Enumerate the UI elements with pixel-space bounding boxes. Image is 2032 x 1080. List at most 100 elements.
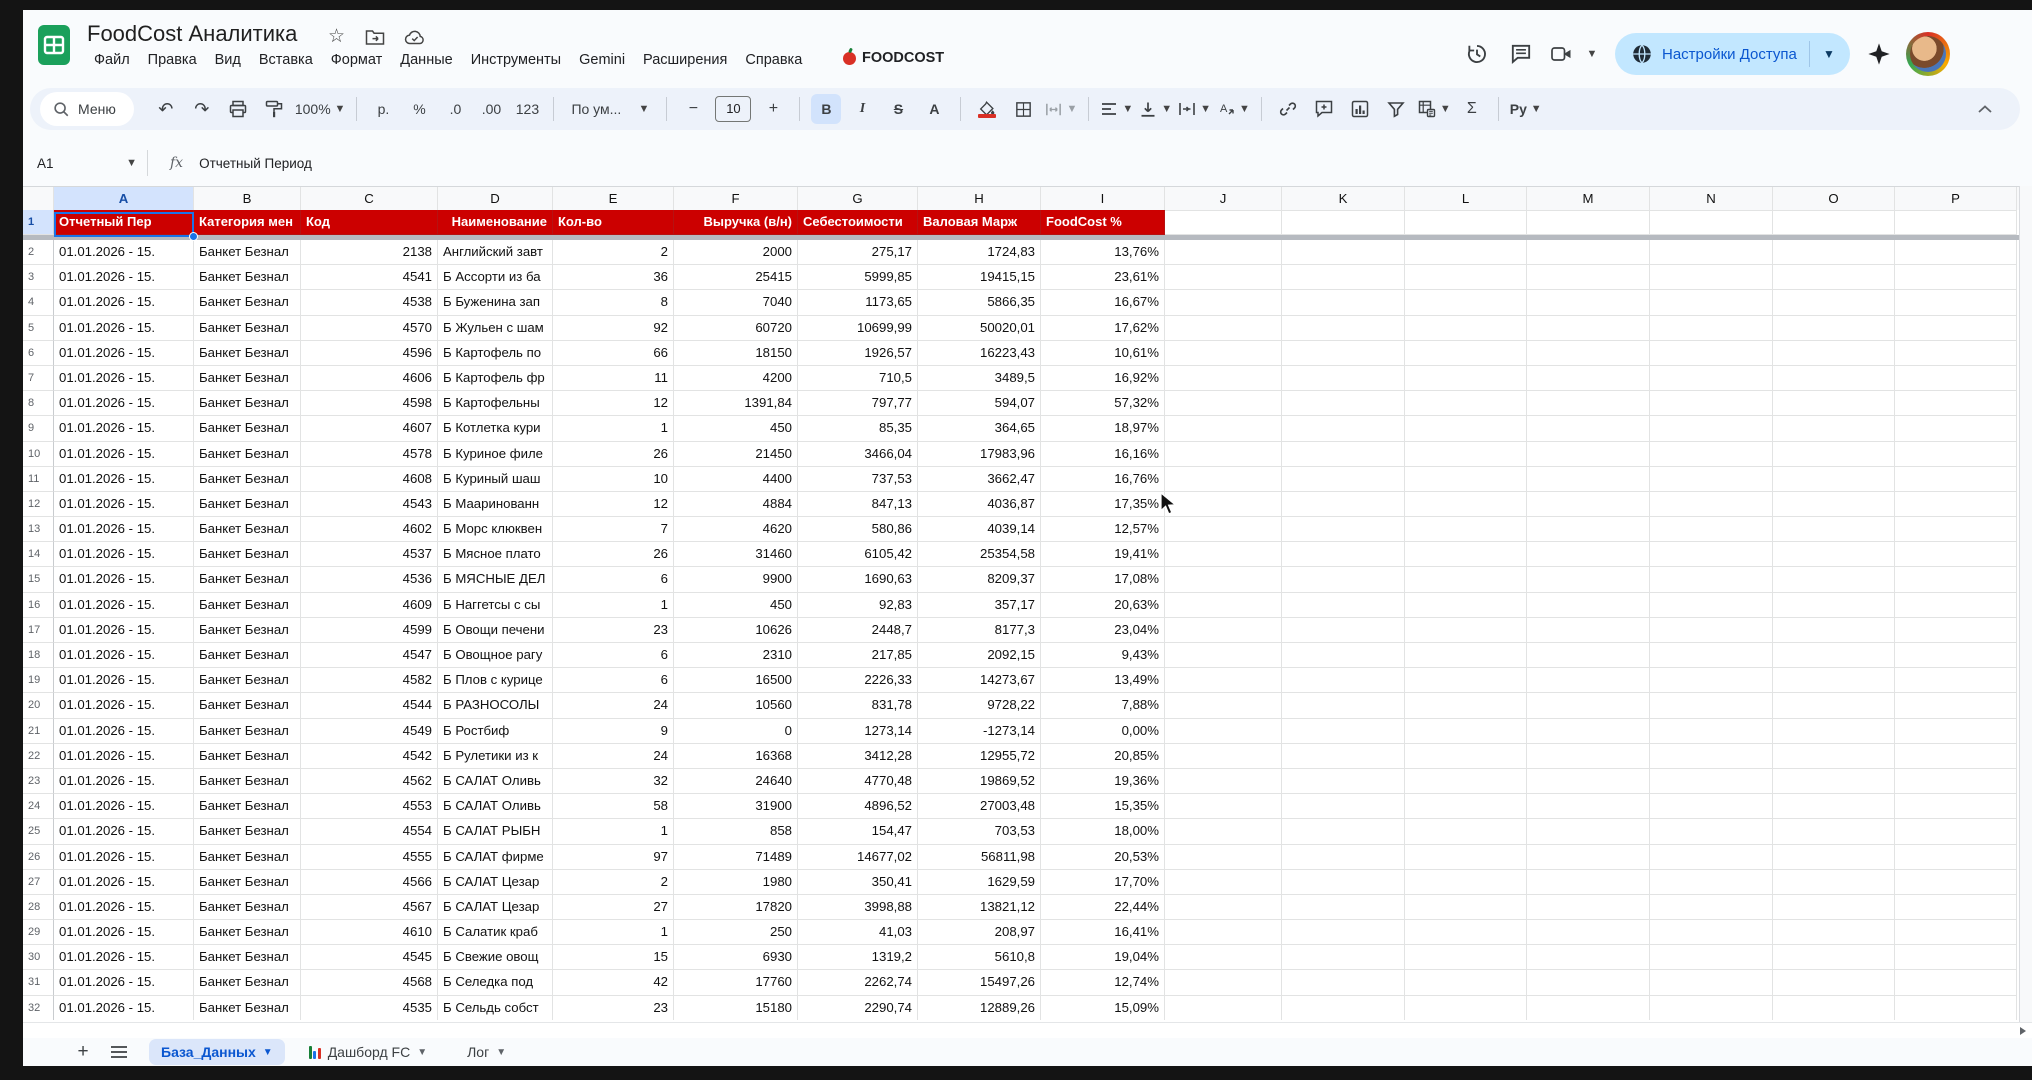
cell[interactable]: 17983,96 xyxy=(918,441,1041,467)
row-header-10[interactable]: 10 xyxy=(23,441,54,467)
cell[interactable]: 858 xyxy=(674,819,798,845)
cell[interactable]: 703,53 xyxy=(918,819,1041,845)
cell[interactable]: 19,04% xyxy=(1041,945,1165,971)
menu-item[interactable]: Инструменты xyxy=(462,50,570,70)
cell[interactable]: Б Овощное рагу xyxy=(438,643,553,669)
row-header-29[interactable]: 29 xyxy=(23,920,54,946)
cell[interactable]: 1926,57 xyxy=(798,340,918,366)
cell[interactable] xyxy=(1165,290,1282,316)
cell[interactable]: 1724,83 xyxy=(918,240,1041,266)
cell[interactable] xyxy=(1650,617,1773,643)
cell[interactable]: Банкет Безнал xyxy=(194,391,301,417)
cell[interactable]: 710,5 xyxy=(798,365,918,392)
cell[interactable] xyxy=(1527,265,1650,291)
cell[interactable]: 23,61% xyxy=(1041,265,1165,291)
cell[interactable] xyxy=(1650,340,1773,366)
cell[interactable]: 01.01.2026 - 15. xyxy=(54,491,194,518)
cell[interactable]: 580,86 xyxy=(798,517,918,543)
header-cell[interactable]: Кол-во xyxy=(553,210,674,235)
cell[interactable]: 24 xyxy=(553,693,674,719)
cell[interactable]: 9,43% xyxy=(1041,643,1165,669)
cell[interactable]: 12 xyxy=(553,491,674,518)
share-button[interactable]: Настройки Доступа ▼ xyxy=(1615,33,1850,75)
cell[interactable]: 4545 xyxy=(301,945,438,971)
cell[interactable]: 25354,58 xyxy=(918,542,1041,568)
cell[interactable] xyxy=(1165,365,1282,392)
cell[interactable] xyxy=(1405,567,1527,593)
cell[interactable]: 4620 xyxy=(674,517,798,543)
row-header-8[interactable]: 8 xyxy=(23,391,54,417)
row-header-23[interactable]: 23 xyxy=(23,768,54,795)
cell[interactable] xyxy=(1650,542,1773,568)
cell[interactable] xyxy=(1405,869,1527,895)
cell[interactable]: 10699,99 xyxy=(798,315,918,341)
cell[interactable] xyxy=(1282,643,1405,669)
name-box[interactable]: A1 ▼ xyxy=(23,156,147,171)
cell[interactable]: 1629,59 xyxy=(918,869,1041,895)
cell[interactable]: 0 xyxy=(674,718,798,744)
cell[interactable] xyxy=(1282,970,1405,996)
text-color-button[interactable]: A xyxy=(919,94,949,124)
row-header-6[interactable]: 6 xyxy=(23,340,54,366)
borders-button[interactable] xyxy=(1008,94,1038,124)
cell[interactable] xyxy=(1282,441,1405,467)
cell[interactable] xyxy=(1405,542,1527,568)
cell[interactable]: 27 xyxy=(553,894,674,921)
column-header-H[interactable]: H xyxy=(918,187,1041,211)
cell[interactable]: 92,83 xyxy=(798,592,918,618)
row-header-25[interactable]: 25 xyxy=(23,819,54,845)
cell[interactable] xyxy=(1165,844,1282,870)
cell[interactable] xyxy=(1165,643,1282,669)
cell[interactable]: Б Картофельны xyxy=(438,391,553,417)
cell[interactable] xyxy=(1773,416,1895,442)
cell[interactable]: 1 xyxy=(553,592,674,618)
cell[interactable]: 4582 xyxy=(301,668,438,694)
row-header-4[interactable]: 4 xyxy=(23,290,54,316)
format-percent-button[interactable]: % xyxy=(404,94,434,124)
cell[interactable]: Б Селедка под xyxy=(438,970,553,996)
cell[interactable] xyxy=(1527,920,1650,946)
cell[interactable]: 01.01.2026 - 15. xyxy=(54,441,194,467)
cell[interactable]: 208,97 xyxy=(918,920,1041,946)
cell[interactable] xyxy=(1773,970,1895,996)
cell[interactable] xyxy=(1895,995,2017,1020)
cell[interactable] xyxy=(1282,768,1405,795)
paint-format-button[interactable] xyxy=(259,94,289,124)
italic-button[interactable]: I xyxy=(847,94,877,124)
cell[interactable]: Б Мясное плато xyxy=(438,542,553,568)
cell[interactable]: Б Морс клюквен xyxy=(438,517,553,543)
cell[interactable]: 17,62% xyxy=(1041,315,1165,341)
cell[interactable]: 24 xyxy=(553,743,674,769)
cell[interactable]: 450 xyxy=(674,416,798,442)
cell[interactable]: 01.01.2026 - 15. xyxy=(54,693,194,719)
cell[interactable] xyxy=(1405,340,1527,366)
cell[interactable]: 8209,37 xyxy=(918,567,1041,593)
cell[interactable]: 20,63% xyxy=(1041,592,1165,618)
cell[interactable]: 01.01.2026 - 15. xyxy=(54,819,194,845)
cell[interactable]: 4602 xyxy=(301,517,438,543)
header-cell[interactable] xyxy=(1650,210,1773,235)
cell[interactable] xyxy=(1773,743,1895,769)
row-header-15[interactable]: 15 xyxy=(23,567,54,593)
cell[interactable]: 57,32% xyxy=(1041,391,1165,417)
cell[interactable] xyxy=(1773,491,1895,518)
cell[interactable]: Банкет Безнал xyxy=(194,416,301,442)
cell[interactable] xyxy=(1895,617,2017,643)
cell[interactable] xyxy=(1895,970,2017,996)
cell[interactable]: 01.01.2026 - 15. xyxy=(54,290,194,316)
cell[interactable] xyxy=(1773,365,1895,392)
cell[interactable] xyxy=(1527,794,1650,820)
cell[interactable]: 3998,88 xyxy=(798,894,918,921)
cell[interactable] xyxy=(1282,894,1405,921)
cell[interactable]: 4553 xyxy=(301,794,438,820)
cell[interactable]: 01.01.2026 - 15. xyxy=(54,869,194,895)
cell[interactable]: 17820 xyxy=(674,894,798,921)
cell[interactable]: 85,35 xyxy=(798,416,918,442)
cell[interactable]: 01.01.2026 - 15. xyxy=(54,416,194,442)
cell[interactable] xyxy=(1650,315,1773,341)
cell[interactable]: 16500 xyxy=(674,668,798,694)
cell[interactable] xyxy=(1527,693,1650,719)
cell[interactable]: 19,36% xyxy=(1041,768,1165,795)
cell[interactable]: 450 xyxy=(674,592,798,618)
cell[interactable]: 01.01.2026 - 15. xyxy=(54,794,194,820)
